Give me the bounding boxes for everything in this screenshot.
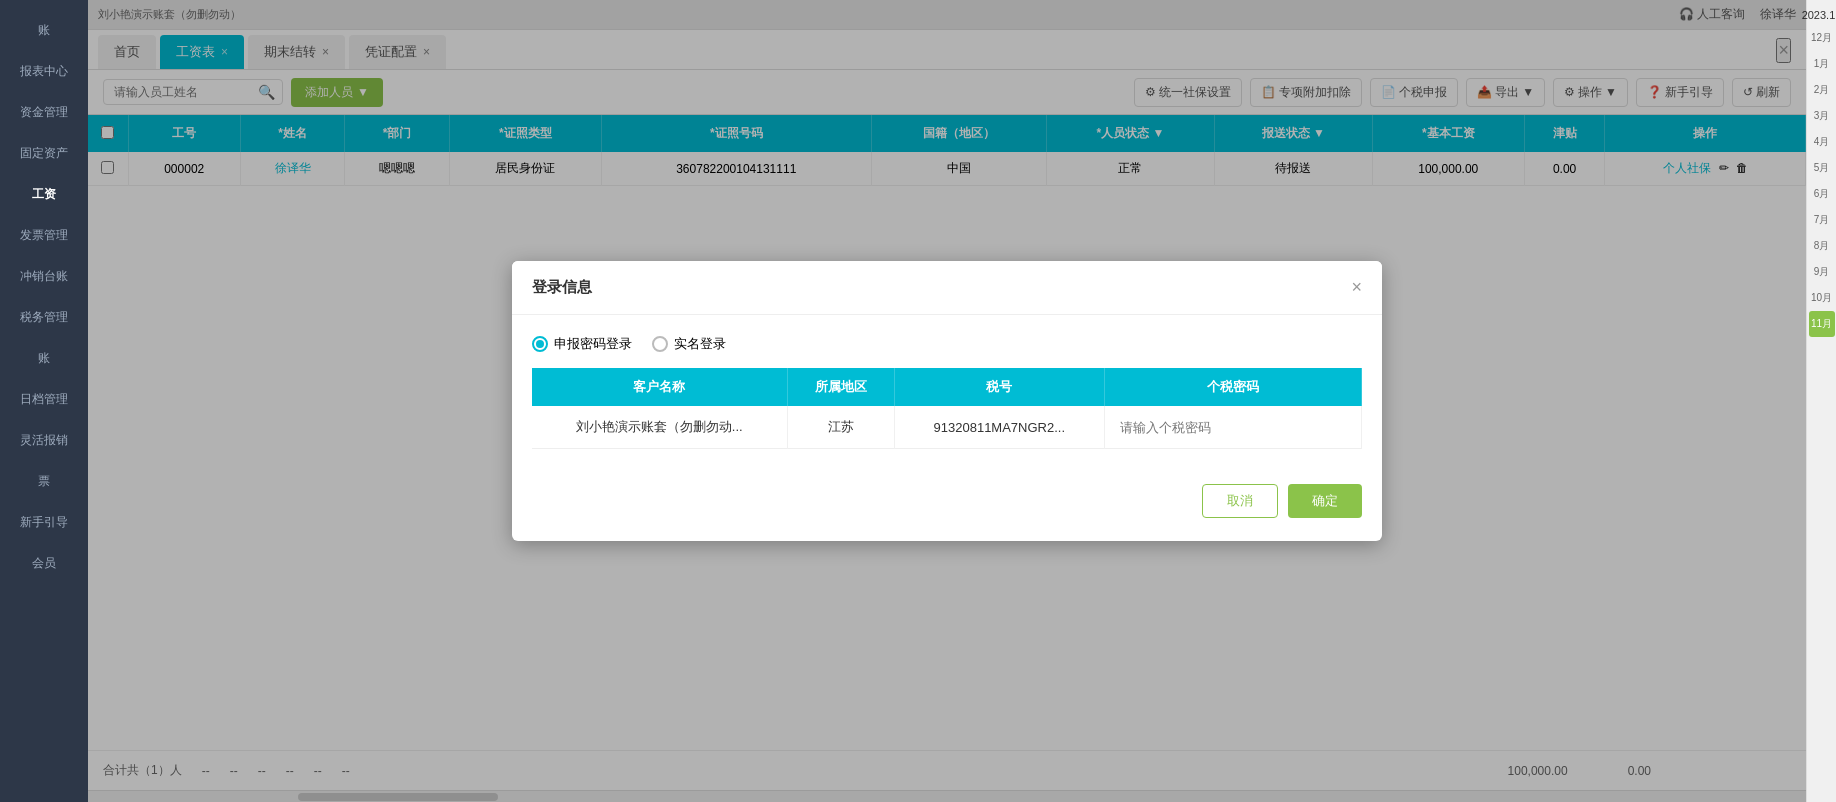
month-10[interactable]: 10月 bbox=[1809, 285, 1835, 311]
sidebar-item-fixed-assets[interactable]: 固定资产 bbox=[0, 133, 88, 174]
login-type-radio-group: 申报密码登录 实名登录 bbox=[532, 335, 1362, 353]
radio-password-login[interactable]: 申报密码登录 bbox=[532, 335, 632, 353]
sidebar-item-invoice[interactable]: 发票管理 bbox=[0, 215, 88, 256]
sidebar: 账 报表中心 资金管理 固定资产 工资 发票管理 冲销台账 税务管理 账 日档管… bbox=[0, 0, 88, 802]
dialog-cell-client: 刘小艳演示账套（勿删勿动... bbox=[532, 406, 787, 449]
sidebar-item-guide[interactable]: 新手引导 bbox=[0, 502, 88, 543]
login-dialog: 登录信息 × 申报密码登录 实名登录 客户名称 所属地区 bbox=[512, 261, 1382, 541]
sidebar-item-writeoff[interactable]: 冲销台账 bbox=[0, 256, 88, 297]
month-5[interactable]: 5月 bbox=[1809, 155, 1835, 181]
sidebar-item-tax[interactable]: 税务管理 bbox=[0, 297, 88, 338]
dialog-footer: 取消 确定 bbox=[512, 469, 1382, 533]
dialog-col-region: 所属地区 bbox=[787, 368, 894, 406]
sidebar-item-report-center[interactable]: 报表中心 bbox=[0, 51, 88, 92]
dialog-cell-password bbox=[1104, 406, 1361, 449]
radio-realname-login[interactable]: 实名登录 bbox=[652, 335, 726, 353]
cancel-button[interactable]: 取消 bbox=[1202, 484, 1278, 518]
sidebar-item-fund-mgmt[interactable]: 资金管理 bbox=[0, 92, 88, 133]
tax-password-input[interactable] bbox=[1120, 420, 1346, 435]
dialog-body: 申报密码登录 实名登录 客户名称 所属地区 税号 个税密码 bbox=[512, 315, 1382, 469]
dialog-close-button[interactable]: × bbox=[1351, 277, 1362, 298]
dialog-overlay: 登录信息 × 申报密码登录 实名登录 客户名称 所属地区 bbox=[88, 0, 1806, 802]
month-12[interactable]: 12月 bbox=[1809, 25, 1835, 51]
dialog-title: 登录信息 bbox=[532, 278, 592, 297]
sidebar-item-accounting[interactable]: 账 bbox=[0, 10, 88, 51]
month-9[interactable]: 9月 bbox=[1809, 259, 1835, 285]
radio-realname-circle bbox=[652, 336, 668, 352]
month-4[interactable]: 4月 bbox=[1809, 129, 1835, 155]
radio-password-circle bbox=[532, 336, 548, 352]
login-info-table: 客户名称 所属地区 税号 个税密码 刘小艳演示账套（勿删勿动... 江苏 913… bbox=[532, 368, 1362, 449]
month-11[interactable]: 11月 bbox=[1809, 311, 1835, 337]
sidebar-item-salary[interactable]: 工资 bbox=[0, 174, 88, 215]
sidebar-item-expense[interactable]: 灵活报销 bbox=[0, 420, 88, 461]
dialog-col-password: 个税密码 bbox=[1104, 368, 1361, 406]
month-6[interactable]: 6月 bbox=[1809, 181, 1835, 207]
month-3[interactable]: 3月 bbox=[1809, 103, 1835, 129]
month-7[interactable]: 7月 bbox=[1809, 207, 1835, 233]
dialog-table-row: 刘小艳演示账套（勿删勿动... 江苏 91320811MA7NGR2... bbox=[532, 406, 1362, 449]
sidebar-item-member[interactable]: 会员 bbox=[0, 543, 88, 584]
dialog-col-client: 客户名称 bbox=[532, 368, 787, 406]
month-2[interactable]: 2月 bbox=[1809, 77, 1835, 103]
month-1[interactable]: 1月 bbox=[1809, 51, 1835, 77]
sidebar-item-ticket[interactable]: 票 bbox=[0, 461, 88, 502]
month-8[interactable]: 8月 bbox=[1809, 233, 1835, 259]
sidebar-item-accounts[interactable]: 账 bbox=[0, 338, 88, 379]
dialog-cell-taxnum: 91320811MA7NGR2... bbox=[894, 406, 1104, 449]
sidebar-item-file[interactable]: 日档管理 bbox=[0, 379, 88, 420]
right-panel: 2023.11 12月 1月 2月 3月 4月 5月 6月 7月 8月 9月 1… bbox=[1806, 0, 1836, 802]
dialog-header: 登录信息 × bbox=[512, 261, 1382, 315]
dialog-cell-region: 江苏 bbox=[787, 406, 894, 449]
dialog-col-taxnum: 税号 bbox=[894, 368, 1104, 406]
confirm-button[interactable]: 确定 bbox=[1288, 484, 1362, 518]
